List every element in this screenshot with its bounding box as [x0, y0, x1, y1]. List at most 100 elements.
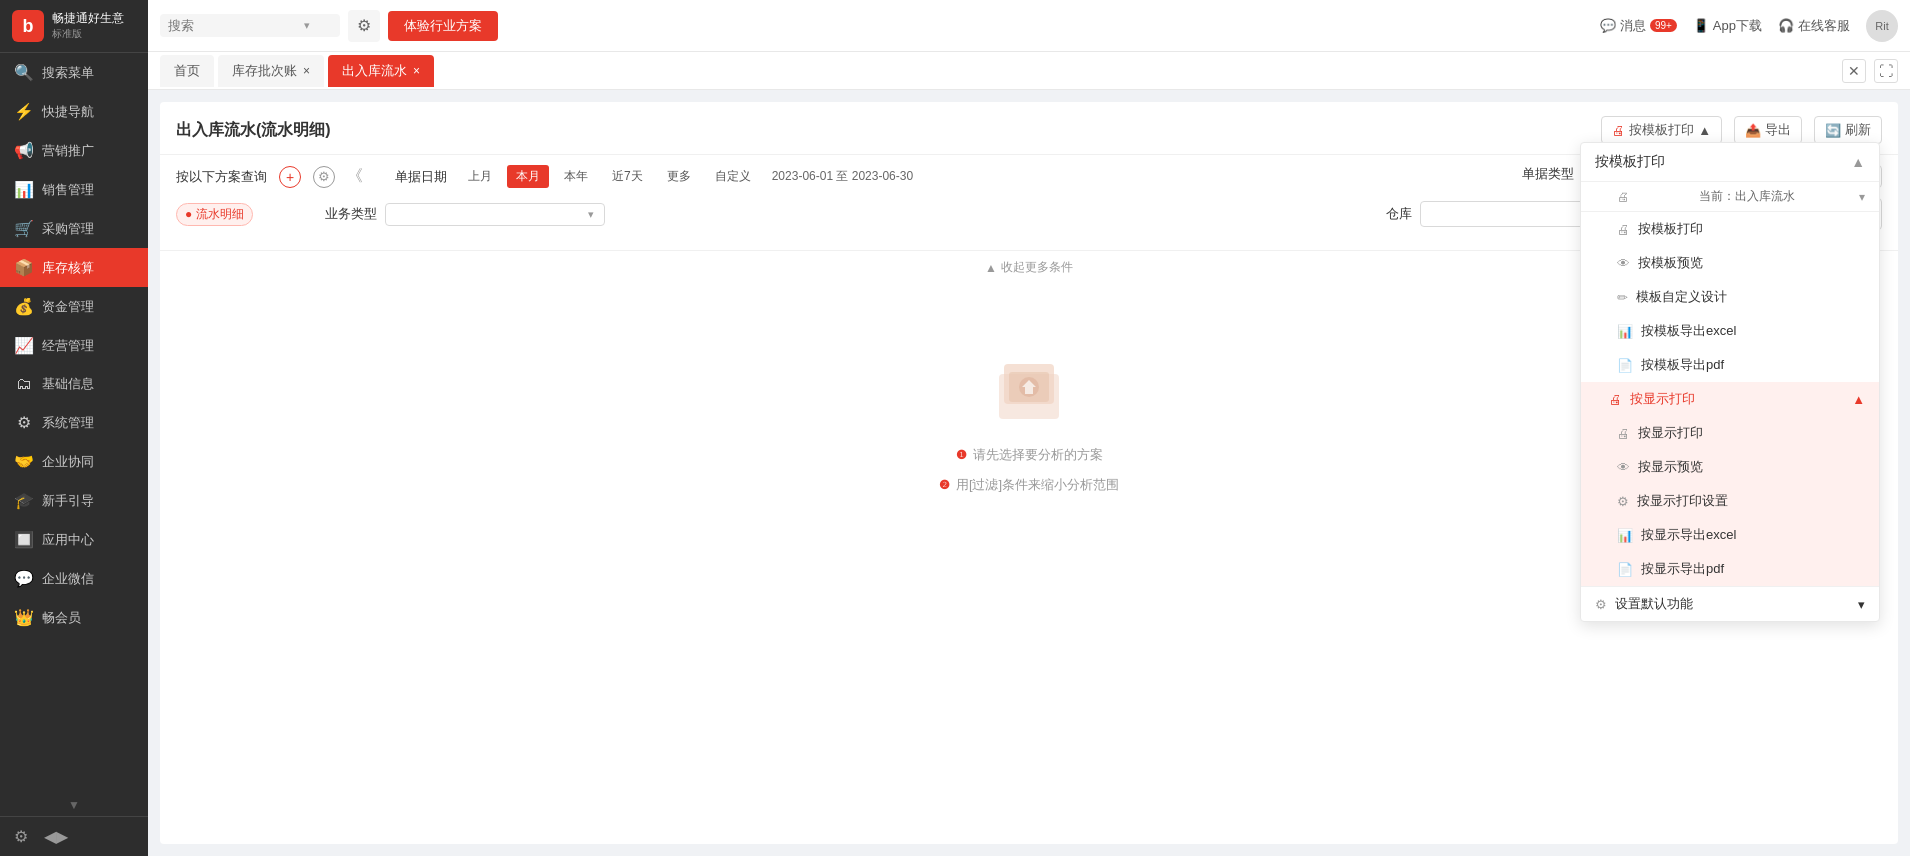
trending-icon: 📈	[14, 336, 34, 355]
crown-icon: 👑	[14, 608, 34, 627]
template-custom-menu-item[interactable]: ✏ 模板自定义设计	[1581, 280, 1879, 314]
chevron-up-icon: ▲	[1698, 123, 1711, 138]
export-button[interactable]: 📤 导出	[1734, 116, 1802, 144]
date-btn-last-month[interactable]: 上月	[459, 165, 501, 188]
template-preview-menu-item[interactable]: 👁 按模板预览	[1581, 246, 1879, 280]
header-gear-button[interactable]: ⚙	[348, 10, 380, 42]
sidebar-item-sales[interactable]: 📊 销售管理	[0, 170, 148, 209]
filter-setting-button[interactable]: ⚙	[313, 166, 335, 188]
app-edition: 标准版	[52, 27, 124, 41]
refresh-button[interactable]: 🔄 刷新	[1814, 116, 1882, 144]
sidebar-item-label: 应用中心	[42, 531, 94, 549]
template-export-excel-menu-item[interactable]: 📊 按模板导出excel	[1581, 314, 1879, 348]
date-range-display: 2023-06-01 至 2023-06-30	[772, 168, 913, 185]
headset-icon: 🎧	[1778, 18, 1794, 33]
date-label: 单据日期	[395, 168, 447, 186]
excel-icon: 📊	[1617, 324, 1633, 339]
display-print-section-header[interactable]: 🖨 按显示打印 ▲	[1581, 382, 1879, 416]
template-print-label: 按模板打印	[1629, 121, 1694, 139]
online-service-button[interactable]: 🎧 在线客服	[1778, 17, 1850, 35]
sidebar-item-purchase[interactable]: 🛒 采购管理	[0, 209, 148, 248]
app-download-label: App下载	[1713, 17, 1762, 35]
display-print-settings-label: 按显示打印设置	[1637, 492, 1728, 510]
sidebar-scroll-indicator: ▼	[0, 794, 148, 816]
display-print-settings-menu-item[interactable]: ⚙ 按显示打印设置	[1581, 484, 1879, 518]
handshake-icon: 🤝	[14, 452, 34, 471]
sidebar-item-operations[interactable]: 📈 经营管理	[0, 326, 148, 365]
print-panel-title: 按模板打印	[1595, 153, 1665, 171]
app-logo: b 畅捷通好生意 标准版	[0, 0, 148, 53]
date-btn-this-year[interactable]: 本年	[555, 165, 597, 188]
set-default-menu-item[interactable]: ⚙ 设置默认功能 ▾	[1581, 586, 1879, 621]
user-avatar[interactable]: Rit	[1866, 10, 1898, 42]
display-pdf-icon: 📄	[1617, 562, 1633, 577]
tab-batch[interactable]: 库存批次账 ×	[218, 55, 324, 87]
app-download-button[interactable]: 📱 App下载	[1693, 17, 1762, 35]
template-export-pdf-menu-item[interactable]: 📄 按模板导出pdf	[1581, 348, 1879, 382]
tag-icon: ●	[185, 207, 192, 221]
chevron-up-display-icon: ▲	[1852, 392, 1865, 407]
empty-tip-1: ❶ 请先选择要分析的方案	[956, 446, 1103, 464]
collapse-label: 收起更多条件	[1001, 259, 1073, 276]
tab-close-window-button[interactable]: ✕	[1842, 59, 1866, 83]
sidebar-item-label: 基础信息	[42, 375, 94, 393]
empty-tip-2-text: 用[过滤]条件来缩小分析范围	[956, 476, 1119, 494]
sidebar-item-label: 营销推广	[42, 142, 94, 160]
template-export-pdf-label: 按模板导出pdf	[1641, 356, 1724, 374]
sidebar-item-appcenter[interactable]: 🔲 应用中心	[0, 520, 148, 559]
sidebar-item-shortcut[interactable]: ⚡ 快捷导航	[0, 92, 148, 131]
sidebar-item-label: 库存核算	[42, 259, 94, 277]
tab-flow[interactable]: 出入库流水 ×	[328, 55, 434, 87]
printer-small-icon: 🖨	[1617, 222, 1630, 237]
sidebar-collapse-icon[interactable]: ◀▶	[44, 827, 68, 846]
sidebar-item-finance[interactable]: 💰 资金管理	[0, 287, 148, 326]
tab-close-icon[interactable]: ×	[413, 64, 420, 78]
sidebar-item-vip[interactable]: 👑 畅会员	[0, 598, 148, 637]
display-excel-icon: 📊	[1617, 528, 1633, 543]
date-btn-custom[interactable]: 自定义	[706, 165, 760, 188]
default-func-icon: ⚙	[1595, 597, 1607, 612]
page-title: 出入库流水(流水明细)	[176, 120, 331, 141]
design-icon: ✏	[1617, 290, 1628, 305]
filter-collapse-button[interactable]: 《	[347, 166, 363, 187]
tabs-right-actions: ✕ ⛶	[1842, 59, 1898, 83]
business-type-select[interactable]: ▾	[385, 203, 605, 226]
empty-tip-1-text: 请先选择要分析的方案	[973, 446, 1103, 464]
template-print-menu-item[interactable]: 🖨 按模板打印	[1581, 212, 1879, 246]
sidebar-item-search[interactable]: 🔍 搜索菜单	[0, 53, 148, 92]
chevron-down-current-icon: ▾	[1859, 190, 1865, 204]
tab-home[interactable]: 首页	[160, 55, 214, 87]
chevron-up-panel-icon[interactable]: ▲	[1851, 154, 1865, 170]
default-func-label: 设置默认功能	[1615, 595, 1693, 613]
sidebar-item-label: 畅会员	[42, 609, 81, 627]
sidebar-settings-icon[interactable]: ⚙	[14, 827, 28, 846]
display-export-excel-menu-item[interactable]: 📊 按显示导出excel	[1581, 518, 1879, 552]
display-preview-menu-item[interactable]: 👁 按显示预览	[1581, 450, 1879, 484]
date-btn-this-month[interactable]: 本月	[507, 165, 549, 188]
sidebar-item-system[interactable]: ⚙ 系统管理	[0, 403, 148, 442]
folder-icon: 🗂	[14, 375, 34, 393]
sidebar-bottom: ⚙ ◀▶	[0, 816, 148, 856]
sidebar-item-coop[interactable]: 🤝 企业协同	[0, 442, 148, 481]
sidebar-item-guide[interactable]: 🎓 新手引导	[0, 481, 148, 520]
date-btn-7days[interactable]: 近7天	[603, 165, 652, 188]
tab-maximize-button[interactable]: ⛶	[1874, 59, 1898, 83]
date-btn-more[interactable]: 更多	[658, 165, 700, 188]
header-search-input[interactable]	[168, 18, 298, 33]
template-custom-menu-label: 模板自定义设计	[1636, 288, 1727, 306]
display-export-excel-label: 按显示导出excel	[1641, 526, 1736, 544]
display-export-pdf-menu-item[interactable]: 📄 按显示导出pdf	[1581, 552, 1879, 586]
tab-close-icon[interactable]: ×	[303, 64, 310, 78]
filter-tag-detail[interactable]: ● 流水明细	[176, 203, 253, 226]
header-chevron-down-icon[interactable]: ▾	[304, 19, 310, 32]
trial-button[interactable]: 体验行业方案	[388, 11, 498, 41]
message-button[interactable]: 💬 消息 99+	[1600, 17, 1677, 35]
sidebar-item-marketing[interactable]: 📢 营销推广	[0, 131, 148, 170]
grid-icon: 🔲	[14, 530, 34, 549]
filter-add-button[interactable]: +	[279, 166, 301, 188]
sidebar-item-basic[interactable]: 🗂 基础信息	[0, 365, 148, 403]
sidebar-item-wechat[interactable]: 💬 企业微信	[0, 559, 148, 598]
sidebar-item-inventory[interactable]: 📦 库存核算	[0, 248, 148, 287]
template-print-button[interactable]: 🖨 按模板打印 ▲	[1601, 116, 1722, 144]
display-print-menu-item[interactable]: 🖨 按显示打印	[1581, 416, 1879, 450]
